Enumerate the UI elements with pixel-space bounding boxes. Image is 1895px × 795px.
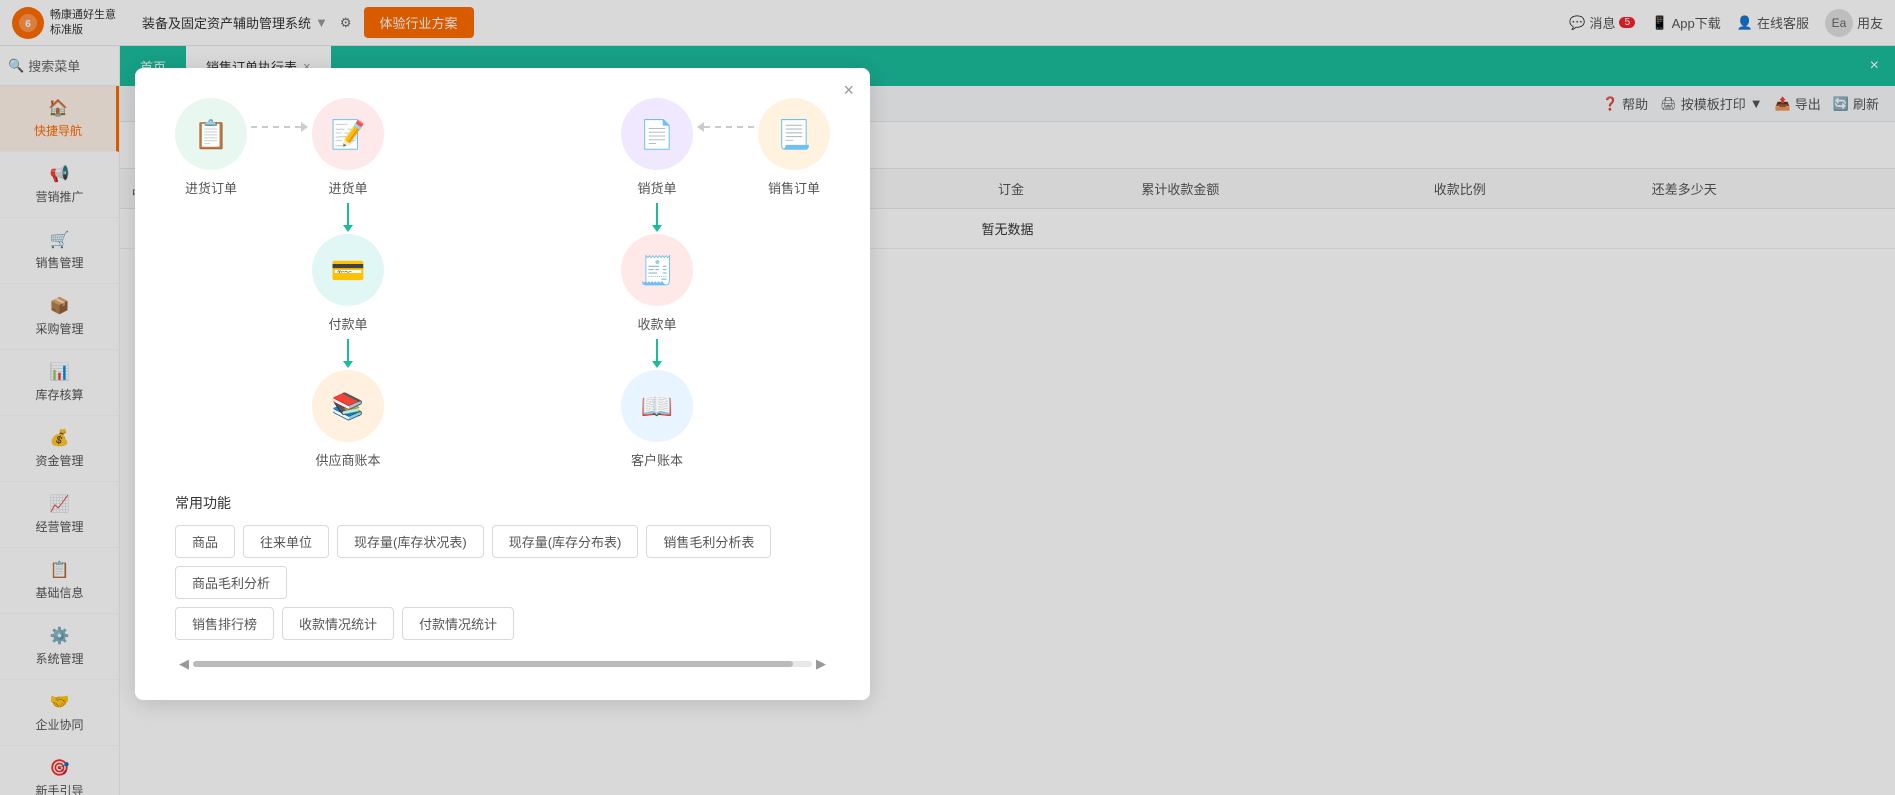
- v-arrow-3: [652, 203, 662, 232]
- btn-product[interactable]: 商品: [175, 525, 235, 558]
- flow-col-2: 📝 进货单 💳 付款单 📚 供应商账本: [312, 98, 384, 469]
- supplier-account-label: 供应商账本: [315, 450, 380, 469]
- customer-account-label: 客户账本: [631, 450, 683, 469]
- arrow-h-2: [697, 122, 754, 132]
- purchase-order-node[interactable]: 📋: [175, 98, 247, 170]
- popup-card: × 📋 进货订单 📝 进货单 💳 付款单: [135, 68, 870, 700]
- scroll-left-arrow[interactable]: ◀: [175, 656, 193, 672]
- scroll-thumb[interactable]: [193, 661, 793, 667]
- flow-col-4: 📃 销售订单: [758, 98, 830, 197]
- sales-order-node[interactable]: 📃: [758, 98, 830, 170]
- sales-bill-node[interactable]: 📄: [621, 98, 693, 170]
- btn-receipt-stats[interactable]: 收款情况统计: [282, 607, 394, 640]
- receipt-label: 收款单: [637, 314, 676, 333]
- btn-partner[interactable]: 往来单位: [243, 525, 329, 558]
- common-functions: 常用功能 商品 往来单位 现存量(库存状况表) 现存量(库存分布表) 销售毛利分…: [175, 493, 830, 640]
- btn-product-gross[interactable]: 商品毛利分析: [175, 566, 287, 599]
- arrow-h-1: [251, 122, 308, 132]
- common-functions-title: 常用功能: [175, 493, 830, 513]
- flow-diagram: 📋 进货订单 📝 进货单 💳 付款单 📚 供应商账本: [175, 98, 830, 469]
- payment-node[interactable]: 💳: [312, 234, 384, 306]
- supplier-account-node[interactable]: 📚: [312, 370, 384, 442]
- payment-label: 付款单: [328, 314, 367, 333]
- sales-bill-label: 销货单: [637, 178, 676, 197]
- purchase-bill-label: 进货单: [328, 178, 367, 197]
- customer-account-node[interactable]: 📖: [621, 370, 693, 442]
- common-btns-row1: 商品 往来单位 现存量(库存状况表) 现存量(库存分布表) 销售毛利分析表 商品…: [175, 525, 830, 599]
- btn-payment-stats[interactable]: 付款情况统计: [402, 607, 514, 640]
- btn-stock-dist[interactable]: 现存量(库存分布表): [492, 525, 639, 558]
- horizontal-scrollbar[interactable]: ◀ ▶: [175, 648, 830, 680]
- btn-sales-gross[interactable]: 销售毛利分析表: [646, 525, 771, 558]
- v-arrow-2: [343, 339, 353, 368]
- v-arrow-4: [652, 339, 662, 368]
- purchase-order-label: 进货订单: [185, 178, 237, 197]
- scroll-right-arrow[interactable]: ▶: [812, 656, 830, 672]
- flow-col-1: 📋 进货订单: [175, 98, 247, 197]
- popup-close-button[interactable]: ×: [843, 80, 854, 101]
- scroll-track[interactable]: [193, 661, 812, 667]
- sales-order-label: 销售订单: [768, 178, 820, 197]
- flow-col-3: 📄 销货单 🧾 收款单 📖 客户账本: [621, 98, 693, 469]
- purchase-bill-node[interactable]: 📝: [312, 98, 384, 170]
- receipt-node[interactable]: 🧾: [621, 234, 693, 306]
- common-btns-row2: 销售排行榜 收款情况统计 付款情况统计: [175, 607, 830, 640]
- btn-stock-status[interactable]: 现存量(库存状况表): [337, 525, 484, 558]
- btn-sales-rank[interactable]: 销售排行榜: [175, 607, 274, 640]
- v-arrow-1: [343, 203, 353, 232]
